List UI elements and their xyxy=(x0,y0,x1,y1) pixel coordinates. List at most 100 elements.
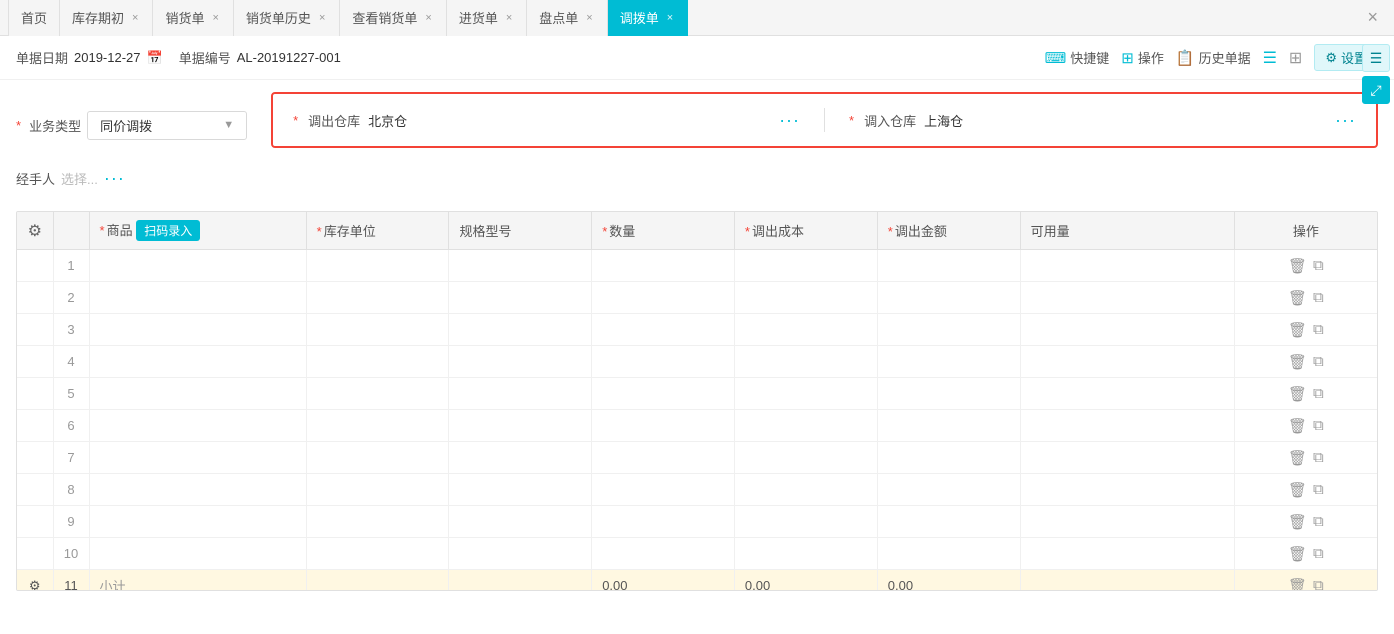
row-unit[interactable] xyxy=(306,282,449,314)
row-copy-icon[interactable]: ⧉ xyxy=(1313,481,1324,498)
row-copy-icon[interactable]: ⧉ xyxy=(1313,257,1324,274)
row-spec[interactable] xyxy=(449,538,592,570)
tab-inventory-close[interactable]: × xyxy=(130,12,140,24)
row-copy-icon[interactable]: ⧉ xyxy=(1313,353,1324,370)
row-cost[interactable] xyxy=(734,506,877,538)
row-unit[interactable] xyxy=(306,378,449,410)
row-quantity[interactable] xyxy=(592,314,735,346)
tab-inventory-check[interactable]: 盘点单 × xyxy=(527,0,607,36)
row-spec[interactable] xyxy=(449,282,592,314)
window-close-btn[interactable]: × xyxy=(1359,7,1386,28)
tab-inventory[interactable]: 库存期初 × xyxy=(60,0,153,36)
scan-btn[interactable]: 扫码录入 xyxy=(136,220,200,241)
row-available[interactable] xyxy=(1020,346,1234,378)
row-copy-icon[interactable]: ⧉ xyxy=(1313,577,1324,591)
row-available[interactable] xyxy=(1020,250,1234,282)
row-amount[interactable] xyxy=(877,282,1020,314)
calendar-icon[interactable]: 📅 xyxy=(147,50,163,66)
row-available[interactable] xyxy=(1020,410,1234,442)
row-delete-icon[interactable]: 🗑 xyxy=(1288,257,1307,275)
col-gear[interactable]: ⚙ xyxy=(17,212,53,250)
row-product[interactable] xyxy=(89,282,306,314)
row-product[interactable] xyxy=(89,346,306,378)
row-unit[interactable] xyxy=(306,314,449,346)
operation-btn[interactable]: ⊞ 操作 xyxy=(1121,48,1164,67)
row-spec[interactable] xyxy=(449,314,592,346)
row-spec[interactable] xyxy=(449,442,592,474)
row-spec[interactable] xyxy=(449,506,592,538)
row-amount[interactable] xyxy=(877,378,1020,410)
tab-sales[interactable]: 销货单 × xyxy=(153,0,233,36)
row-quantity[interactable] xyxy=(592,410,735,442)
right-panel-expand-btn[interactable]: ⤢ xyxy=(1362,76,1390,104)
row-amount[interactable] xyxy=(877,442,1020,474)
row-quantity[interactable] xyxy=(592,346,735,378)
row-quantity[interactable] xyxy=(592,442,735,474)
row-delete-icon[interactable]: 🗑 xyxy=(1288,481,1307,499)
row-product[interactable] xyxy=(89,410,306,442)
row-delete-icon[interactable]: 🗑 xyxy=(1288,353,1307,371)
row-available[interactable] xyxy=(1020,538,1234,570)
business-type-dropdown[interactable]: 同价调拨 ▼ xyxy=(87,111,247,140)
row-available[interactable] xyxy=(1020,282,1234,314)
row-unit[interactable] xyxy=(306,250,449,282)
row-delete-icon[interactable]: 🗑 xyxy=(1288,513,1307,531)
row-cost[interactable] xyxy=(734,410,877,442)
row-delete-icon[interactable]: 🗑 xyxy=(1288,289,1307,307)
row-spec[interactable] xyxy=(449,410,592,442)
row-available[interactable] xyxy=(1020,378,1234,410)
row-spec[interactable] xyxy=(449,346,592,378)
row-product[interactable] xyxy=(89,442,306,474)
row-copy-icon[interactable]: ⧉ xyxy=(1313,513,1324,530)
row-cost[interactable] xyxy=(734,442,877,474)
row-amount[interactable] xyxy=(877,506,1020,538)
row-delete-icon[interactable]: 🗑 xyxy=(1288,577,1307,592)
warehouse-out-more-btn[interactable]: ··· xyxy=(779,110,800,131)
shortcut-btn[interactable]: ⌨ 快捷键 xyxy=(1045,48,1110,67)
tab-sales-history[interactable]: 销货单历史 × xyxy=(234,0,340,36)
row-delete-icon[interactable]: 🗑 xyxy=(1288,385,1307,403)
tab-view-sales[interactable]: 查看销货单 × xyxy=(340,0,446,36)
row-cost[interactable] xyxy=(734,314,877,346)
row-cost[interactable] xyxy=(734,378,877,410)
row-delete-icon[interactable]: 🗑 xyxy=(1288,321,1307,339)
layout-list-btn[interactable]: ☰ xyxy=(1263,48,1277,68)
row-amount[interactable] xyxy=(877,410,1020,442)
row-quantity[interactable] xyxy=(592,282,735,314)
row-cost[interactable] xyxy=(734,282,877,314)
handler-more-btn[interactable]: ··· xyxy=(104,168,125,189)
history-btn[interactable]: 📋 历史单据 xyxy=(1176,48,1251,67)
row-unit[interactable] xyxy=(306,410,449,442)
row-unit[interactable] xyxy=(306,538,449,570)
row-cost[interactable] xyxy=(734,538,877,570)
row-quantity[interactable] xyxy=(592,506,735,538)
row-product[interactable] xyxy=(89,378,306,410)
row-spec[interactable] xyxy=(449,474,592,506)
tab-home[interactable]: 首页 xyxy=(8,0,60,36)
row-available[interactable] xyxy=(1020,506,1234,538)
row-cost[interactable] xyxy=(734,250,877,282)
tab-inventory-check-close[interactable]: × xyxy=(584,12,594,24)
row-product[interactable] xyxy=(89,538,306,570)
row-copy-icon[interactable]: ⧉ xyxy=(1313,449,1324,466)
row-product[interactable] xyxy=(89,506,306,538)
row-unit[interactable] xyxy=(306,506,449,538)
row-quantity[interactable] xyxy=(592,250,735,282)
row-amount[interactable] xyxy=(877,250,1020,282)
row-unit[interactable] xyxy=(306,442,449,474)
row-product[interactable] xyxy=(89,250,306,282)
row-available[interactable] xyxy=(1020,474,1234,506)
row-copy-icon[interactable]: ⧉ xyxy=(1313,321,1324,338)
tab-transfer[interactable]: 调拨单 × xyxy=(608,0,688,36)
tab-sales-history-close[interactable]: × xyxy=(317,12,327,24)
row-available[interactable] xyxy=(1020,442,1234,474)
row-delete-icon[interactable]: 🗑 xyxy=(1288,545,1307,563)
row-spec[interactable] xyxy=(449,378,592,410)
row-amount[interactable] xyxy=(877,314,1020,346)
row-available[interactable] xyxy=(1020,314,1234,346)
tab-sales-close[interactable]: × xyxy=(210,12,220,24)
row-unit[interactable] xyxy=(306,346,449,378)
row-copy-icon[interactable]: ⧉ xyxy=(1313,545,1324,562)
row-amount[interactable] xyxy=(877,474,1020,506)
row-copy-icon[interactable]: ⧉ xyxy=(1313,385,1324,402)
